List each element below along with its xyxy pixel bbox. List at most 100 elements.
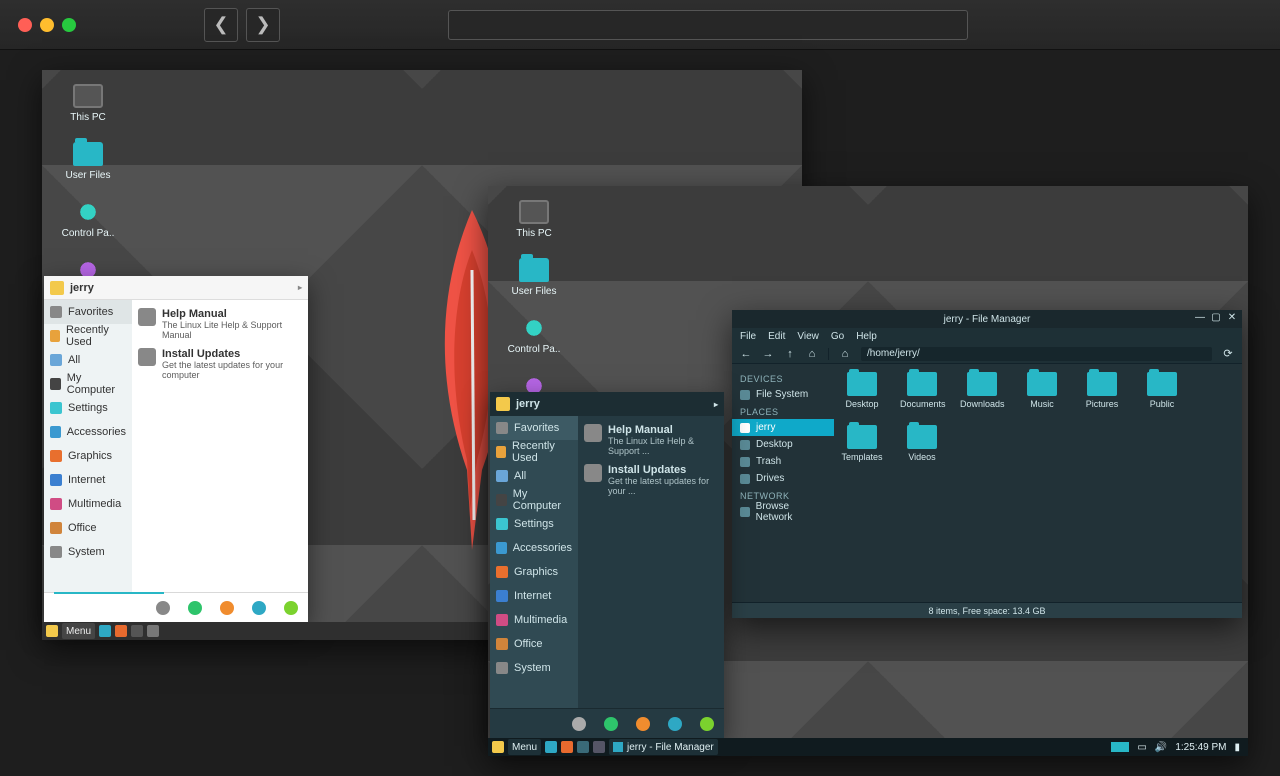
category-all[interactable]: All xyxy=(44,348,132,372)
taskbar-firefox-icon[interactable] xyxy=(115,625,127,637)
start-logo-icon[interactable] xyxy=(492,741,504,753)
desktop-icon-user-files[interactable]: User Files xyxy=(504,258,564,297)
nav-forward-button[interactable]: ❯ xyxy=(246,8,280,42)
category-recently-used[interactable]: Recently Used xyxy=(44,324,132,348)
nav-home-icon[interactable]: ⌂ xyxy=(806,348,818,360)
user-icon[interactable] xyxy=(252,601,266,615)
taskbar-app-icon[interactable] xyxy=(593,741,605,753)
category-accessories[interactable]: Accessories xyxy=(490,536,578,560)
zoom-dot[interactable] xyxy=(62,18,76,32)
taskbar-app-icon[interactable] xyxy=(147,625,159,637)
tray-show-desktop-icon[interactable]: ▮ xyxy=(1234,742,1240,753)
category-multimedia[interactable]: Multimedia xyxy=(44,492,132,516)
desktop-icon-user-files[interactable]: User Files xyxy=(58,142,118,181)
category-system[interactable]: System xyxy=(490,656,578,680)
address-bar[interactable] xyxy=(448,10,968,40)
window-close-button[interactable]: ✕ xyxy=(1226,312,1238,324)
menu-edit[interactable]: Edit xyxy=(768,331,785,342)
menu-go[interactable]: Go xyxy=(831,331,844,342)
close-dot[interactable] xyxy=(18,18,32,32)
user-avatar-icon xyxy=(496,397,510,411)
category-my-computer[interactable]: My Computer xyxy=(44,372,132,396)
sidebar-item-jerry[interactable]: jerry xyxy=(732,419,834,436)
category-favorites[interactable]: Favorites xyxy=(44,300,132,324)
sidebar-item-file-system[interactable]: File System xyxy=(732,386,834,403)
lock-icon[interactable] xyxy=(636,717,650,731)
app-install-updates[interactable]: Install UpdatesGet the latest updates fo… xyxy=(582,460,720,500)
user-icon[interactable] xyxy=(668,717,682,731)
category-system[interactable]: System xyxy=(44,540,132,564)
power-icon[interactable] xyxy=(700,717,714,731)
category-settings[interactable]: Settings xyxy=(44,396,132,420)
category-internet[interactable]: Internet xyxy=(490,584,578,608)
nav-back-icon[interactable]: ← xyxy=(740,348,752,360)
folder-templates[interactable]: Templates xyxy=(840,425,884,462)
sidebar-item-browse-network[interactable]: Browse Network xyxy=(732,503,834,520)
folder-pictures[interactable]: Pictures xyxy=(1080,372,1124,409)
folder-public[interactable]: Public xyxy=(1140,372,1184,409)
taskbar-files-icon[interactable] xyxy=(99,625,111,637)
sidebar-item-desktop[interactable]: Desktop xyxy=(732,436,834,453)
folder-downloads[interactable]: Downloads xyxy=(960,372,1004,409)
start-menu-user: jerry xyxy=(516,398,540,410)
file-manager-content[interactable]: Desktop Documents Downloads Music Pictures Pu… xyxy=(834,364,1242,602)
tray-clock[interactable]: 1:25:49 PM xyxy=(1175,742,1226,753)
desktop-icon-control-panel[interactable]: Control Pa.. xyxy=(504,316,564,355)
gear-icon xyxy=(519,316,549,340)
category-accessories[interactable]: Accessories xyxy=(44,420,132,444)
tray-highlight[interactable] xyxy=(1111,742,1129,752)
file-manager-titlebar[interactable]: jerry - File Manager — ▢ ✕ xyxy=(732,310,1242,328)
nav-back-button[interactable]: ❮ xyxy=(204,8,238,42)
category-graphics[interactable]: Graphics xyxy=(490,560,578,584)
home-icon[interactable] xyxy=(188,601,202,615)
minimize-dot[interactable] xyxy=(40,18,54,32)
path-bar[interactable]: /home/jerry/ xyxy=(861,347,1212,361)
app-help-manual[interactable]: Help ManualThe Linux Lite Help & Support… xyxy=(136,304,304,344)
taskbar-terminal-icon[interactable] xyxy=(131,625,143,637)
menu-help[interactable]: Help xyxy=(856,331,877,342)
menu-file[interactable]: File xyxy=(740,331,756,342)
folder-documents[interactable]: Documents xyxy=(900,372,944,409)
category-office[interactable]: Office xyxy=(44,516,132,540)
menu-view[interactable]: View xyxy=(797,331,819,342)
start-menu-button[interactable]: Menu xyxy=(62,623,95,639)
nav-up-icon[interactable]: ↑ xyxy=(784,348,796,360)
folder-desktop[interactable]: Desktop xyxy=(840,372,884,409)
path-home-icon[interactable]: ⌂ xyxy=(839,348,851,360)
reload-icon[interactable]: ⟳ xyxy=(1222,348,1234,360)
folder-music[interactable]: Music xyxy=(1020,372,1064,409)
sidebar-item-drives[interactable]: Drives xyxy=(732,470,834,487)
category-my-computer[interactable]: My Computer xyxy=(490,488,578,512)
home-icon[interactable] xyxy=(604,717,618,731)
category-settings[interactable]: Settings xyxy=(490,512,578,536)
nav-forward-icon[interactable]: → xyxy=(762,348,774,360)
desktop-icon-control-panel[interactable]: Control Pa.. xyxy=(58,200,118,239)
app-install-updates[interactable]: Install UpdatesGet the latest updates fo… xyxy=(136,344,304,384)
category-favorites[interactable]: Favorites xyxy=(490,416,578,440)
search-icon[interactable] xyxy=(572,717,586,731)
start-menu-button[interactable]: Menu xyxy=(508,739,541,755)
taskbar-firefox-icon[interactable] xyxy=(561,741,573,753)
window-maximize-button[interactable]: ▢ xyxy=(1210,312,1222,324)
category-all[interactable]: All xyxy=(490,464,578,488)
category-office[interactable]: Office xyxy=(490,632,578,656)
desktop-icon-this-pc[interactable]: This PC xyxy=(58,84,118,123)
window-minimize-button[interactable]: — xyxy=(1194,312,1206,324)
taskbar-window-button[interactable]: jerry - File Manager xyxy=(609,739,718,755)
app-help-manual[interactable]: Help ManualThe Linux Lite Help & Support… xyxy=(582,420,720,460)
start-logo-icon[interactable] xyxy=(46,625,58,637)
lock-icon[interactable] xyxy=(220,601,234,615)
tray-volume-icon[interactable]: 🔊 xyxy=(1155,742,1167,753)
category-multimedia[interactable]: Multimedia xyxy=(490,608,578,632)
tray-display-icon[interactable]: ▭ xyxy=(1137,742,1146,753)
category-recently-used[interactable]: Recently Used xyxy=(490,440,578,464)
search-icon[interactable] xyxy=(156,601,170,615)
sidebar-item-trash[interactable]: Trash xyxy=(732,453,834,470)
folder-videos[interactable]: Videos xyxy=(900,425,944,462)
power-icon[interactable] xyxy=(284,601,298,615)
taskbar-terminal-icon[interactable] xyxy=(577,741,589,753)
desktop-icon-this-pc[interactable]: This PC xyxy=(504,200,564,239)
category-internet[interactable]: Internet xyxy=(44,468,132,492)
taskbar-files-icon[interactable] xyxy=(545,741,557,753)
category-graphics[interactable]: Graphics xyxy=(44,444,132,468)
